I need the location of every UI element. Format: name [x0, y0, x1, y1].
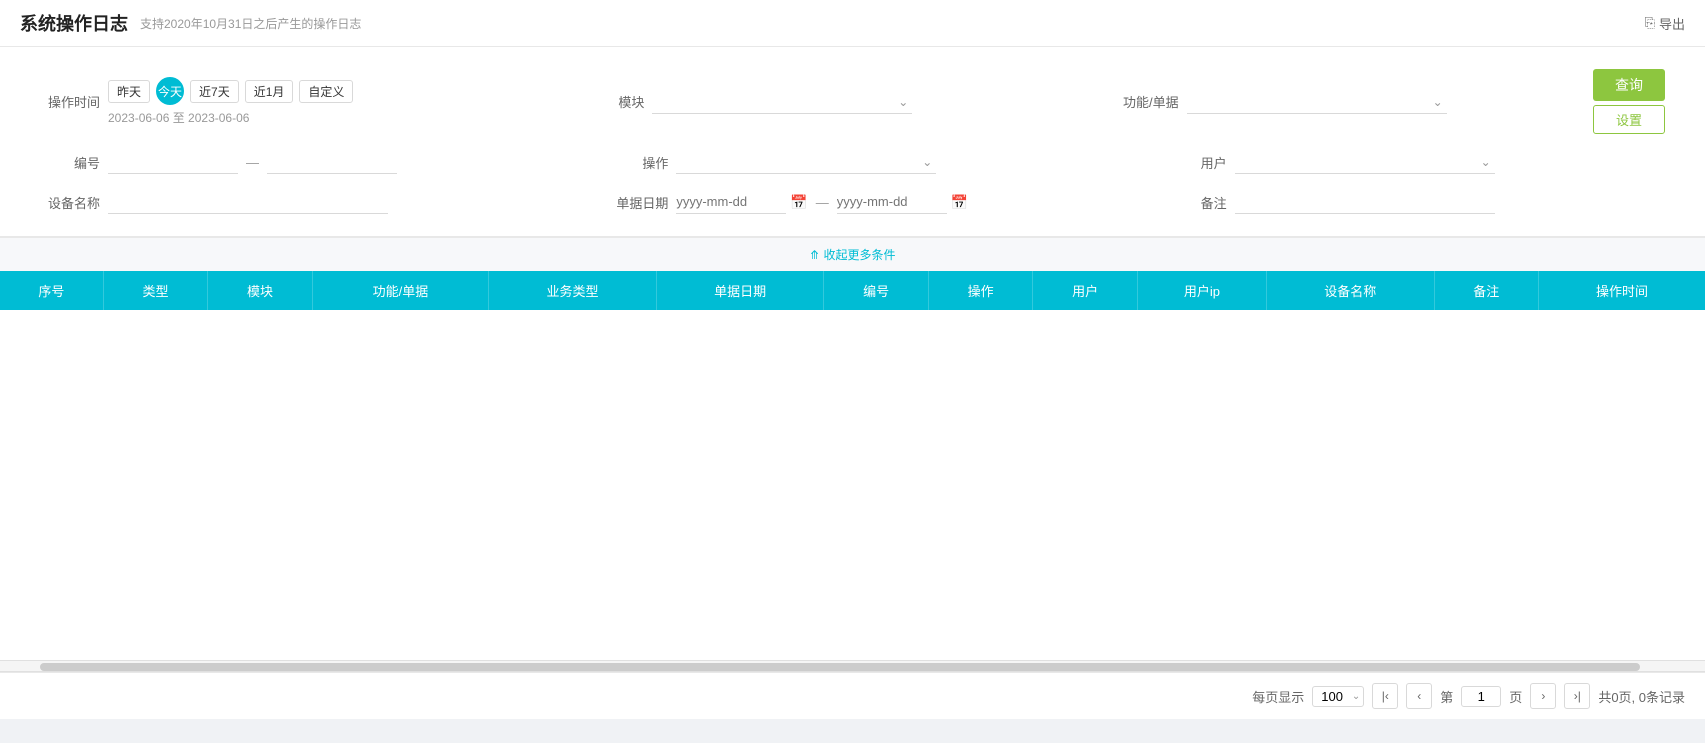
- last-page-button[interactable]: ›|: [1564, 683, 1590, 709]
- remark-label: 备注: [1157, 193, 1227, 212]
- first-page-button[interactable]: |‹: [1372, 683, 1398, 709]
- settings-button[interactable]: 设置: [1593, 105, 1665, 134]
- operation-select-wrapper: ⌄: [676, 150, 936, 174]
- page-post-label: 页: [1509, 687, 1522, 706]
- col-operation: 操作: [928, 271, 1032, 310]
- last7days-btn[interactable]: 近7天: [190, 80, 239, 103]
- user-label: 用户: [1157, 153, 1227, 172]
- function-label: 功能/单据: [1109, 92, 1179, 111]
- col-user: 用户: [1033, 271, 1137, 310]
- per-page-label: 每页显示: [1252, 687, 1304, 706]
- custom-btn[interactable]: 自定义: [299, 80, 353, 103]
- table-section: 序号 类型 模块 功能/单据 业务类型 单据日期 编号 操作 用户 用户ip 设…: [0, 271, 1705, 660]
- table-header-row: 序号 类型 模块 功能/单据 业务类型 单据日期 编号 操作 用户 用户ip 设…: [0, 271, 1705, 310]
- filter-row-1: 操作时间 昨天 今天 近7天 近1月 自定义 2023-06-06 至 2023…: [20, 63, 1685, 140]
- time-range-text: 2023-06-06 至 2023-06-06: [108, 109, 353, 126]
- device-section: 设备名称: [40, 190, 548, 214]
- filter-row-3: 设备名称 单据日期 📅 — 📅 备注: [20, 184, 1685, 220]
- device-input[interactable]: [108, 190, 388, 214]
- next-page-button[interactable]: ›: [1530, 683, 1556, 709]
- prev-page-button[interactable]: ‹: [1406, 683, 1432, 709]
- col-biz-type: 业务类型: [489, 271, 657, 310]
- device-label: 设备名称: [40, 193, 100, 212]
- col-remark: 备注: [1434, 271, 1538, 310]
- voucher-date-label: 单据日期: [608, 193, 668, 212]
- number-section: 编号 —: [40, 150, 548, 174]
- remark-input[interactable]: [1235, 190, 1495, 214]
- page-subtitle: 支持2020年10月31日之后产生的操作日志: [140, 15, 361, 32]
- operation-select[interactable]: [676, 150, 936, 174]
- date-to-input[interactable]: [837, 190, 947, 214]
- function-select[interactable]: [1187, 90, 1447, 114]
- date-dash: —: [816, 195, 829, 210]
- page-number-input[interactable]: [1461, 686, 1501, 707]
- empty-area: [0, 310, 1705, 660]
- operation-section: 操作 ⌄: [608, 150, 1116, 174]
- per-page-wrapper: 100 50 200 ⌄: [1312, 686, 1364, 707]
- filter-row-2: 编号 — 操作 ⌄ 用户: [20, 144, 1685, 180]
- number-to-input[interactable]: [267, 150, 397, 174]
- function-select-wrapper: ⌄: [1187, 90, 1447, 114]
- col-operation-time: 操作时间: [1539, 271, 1705, 310]
- col-number: 编号: [824, 271, 928, 310]
- module-label: 模块: [584, 92, 644, 111]
- horizontal-scrollbar[interactable]: [0, 660, 1705, 672]
- today-btn[interactable]: 今天: [156, 77, 184, 105]
- scrollbar-thumb[interactable]: [40, 663, 1640, 671]
- title-area: 系统操作日志 支持2020年10月31日之后产生的操作日志: [20, 10, 361, 36]
- page-header: 系统操作日志 支持2020年10月31日之后产生的操作日志 ⎘ 导出: [0, 0, 1705, 47]
- filter-section: 操作时间 昨天 今天 近7天 近1月 自定义 2023-06-06 至 2023…: [0, 47, 1705, 237]
- table-header: 序号 类型 模块 功能/单据 业务类型 单据日期 编号 操作 用户 用户ip 设…: [0, 271, 1705, 310]
- calendar-from-icon[interactable]: 📅: [790, 194, 807, 211]
- page-pre-label: 第: [1440, 687, 1453, 706]
- col-device: 设备名称: [1266, 271, 1434, 310]
- module-select[interactable]: [652, 90, 912, 114]
- col-index: 序号: [0, 271, 103, 310]
- time-buttons: 昨天 今天 近7天 近1月 自定义: [108, 77, 353, 105]
- col-function: 功能/单据: [312, 271, 488, 310]
- per-page-select[interactable]: 100 50 200: [1312, 686, 1364, 707]
- total-label: 共0页, 0条记录: [1598, 687, 1685, 706]
- col-voucher-date: 单据日期: [656, 271, 824, 310]
- number-from-input[interactable]: [108, 150, 238, 174]
- collapse-bar[interactable]: ⤊ 收起更多条件: [0, 237, 1705, 271]
- module-select-wrapper: ⌄: [652, 90, 912, 114]
- module-section: 模块 ⌄: [584, 90, 1068, 114]
- user-section: 用户 ⌄: [1157, 150, 1665, 174]
- yesterday-btn[interactable]: 昨天: [108, 80, 150, 103]
- export-button[interactable]: ⎘ 导出: [1645, 14, 1685, 33]
- number-dash: —: [246, 155, 259, 170]
- page-title: 系统操作日志: [20, 10, 128, 36]
- function-section: 功能/单据 ⌄: [1109, 90, 1593, 114]
- col-user-ip: 用户ip: [1137, 271, 1266, 310]
- query-button[interactable]: 查询: [1593, 69, 1665, 101]
- user-select[interactable]: [1235, 150, 1495, 174]
- operation-label: 操作: [608, 153, 668, 172]
- col-type: 类型: [103, 271, 207, 310]
- action-buttons: 查询 设置: [1593, 69, 1665, 134]
- voucher-date-section: 单据日期 📅 — 📅: [608, 190, 1116, 214]
- operation-time-section: 操作时间 昨天 今天 近7天 近1月 自定义 2023-06-06 至 2023…: [40, 77, 524, 126]
- number-label: 编号: [40, 153, 100, 172]
- export-label: 导出: [1659, 14, 1685, 33]
- remark-section: 备注: [1157, 190, 1665, 214]
- calendar-to-icon[interactable]: 📅: [951, 194, 968, 211]
- user-select-wrapper: ⌄: [1235, 150, 1495, 174]
- col-module: 模块: [208, 271, 312, 310]
- pagination-section: 每页显示 100 50 200 ⌄ |‹ ‹ 第 页 › ›| 共0页, 0条记…: [0, 672, 1705, 719]
- operation-time-label: 操作时间: [40, 92, 100, 111]
- last1month-btn[interactable]: 近1月: [245, 80, 294, 103]
- time-filter-area: 昨天 今天 近7天 近1月 自定义 2023-06-06 至 2023-06-0…: [108, 77, 353, 126]
- export-icon: ⎘: [1645, 15, 1655, 31]
- collapse-label: 收起更多条件: [824, 246, 896, 263]
- date-from-input[interactable]: [676, 190, 786, 214]
- data-table: 序号 类型 模块 功能/单据 业务类型 单据日期 编号 操作 用户 用户ip 设…: [0, 271, 1705, 310]
- collapse-up-icon: ⤊: [809, 248, 819, 262]
